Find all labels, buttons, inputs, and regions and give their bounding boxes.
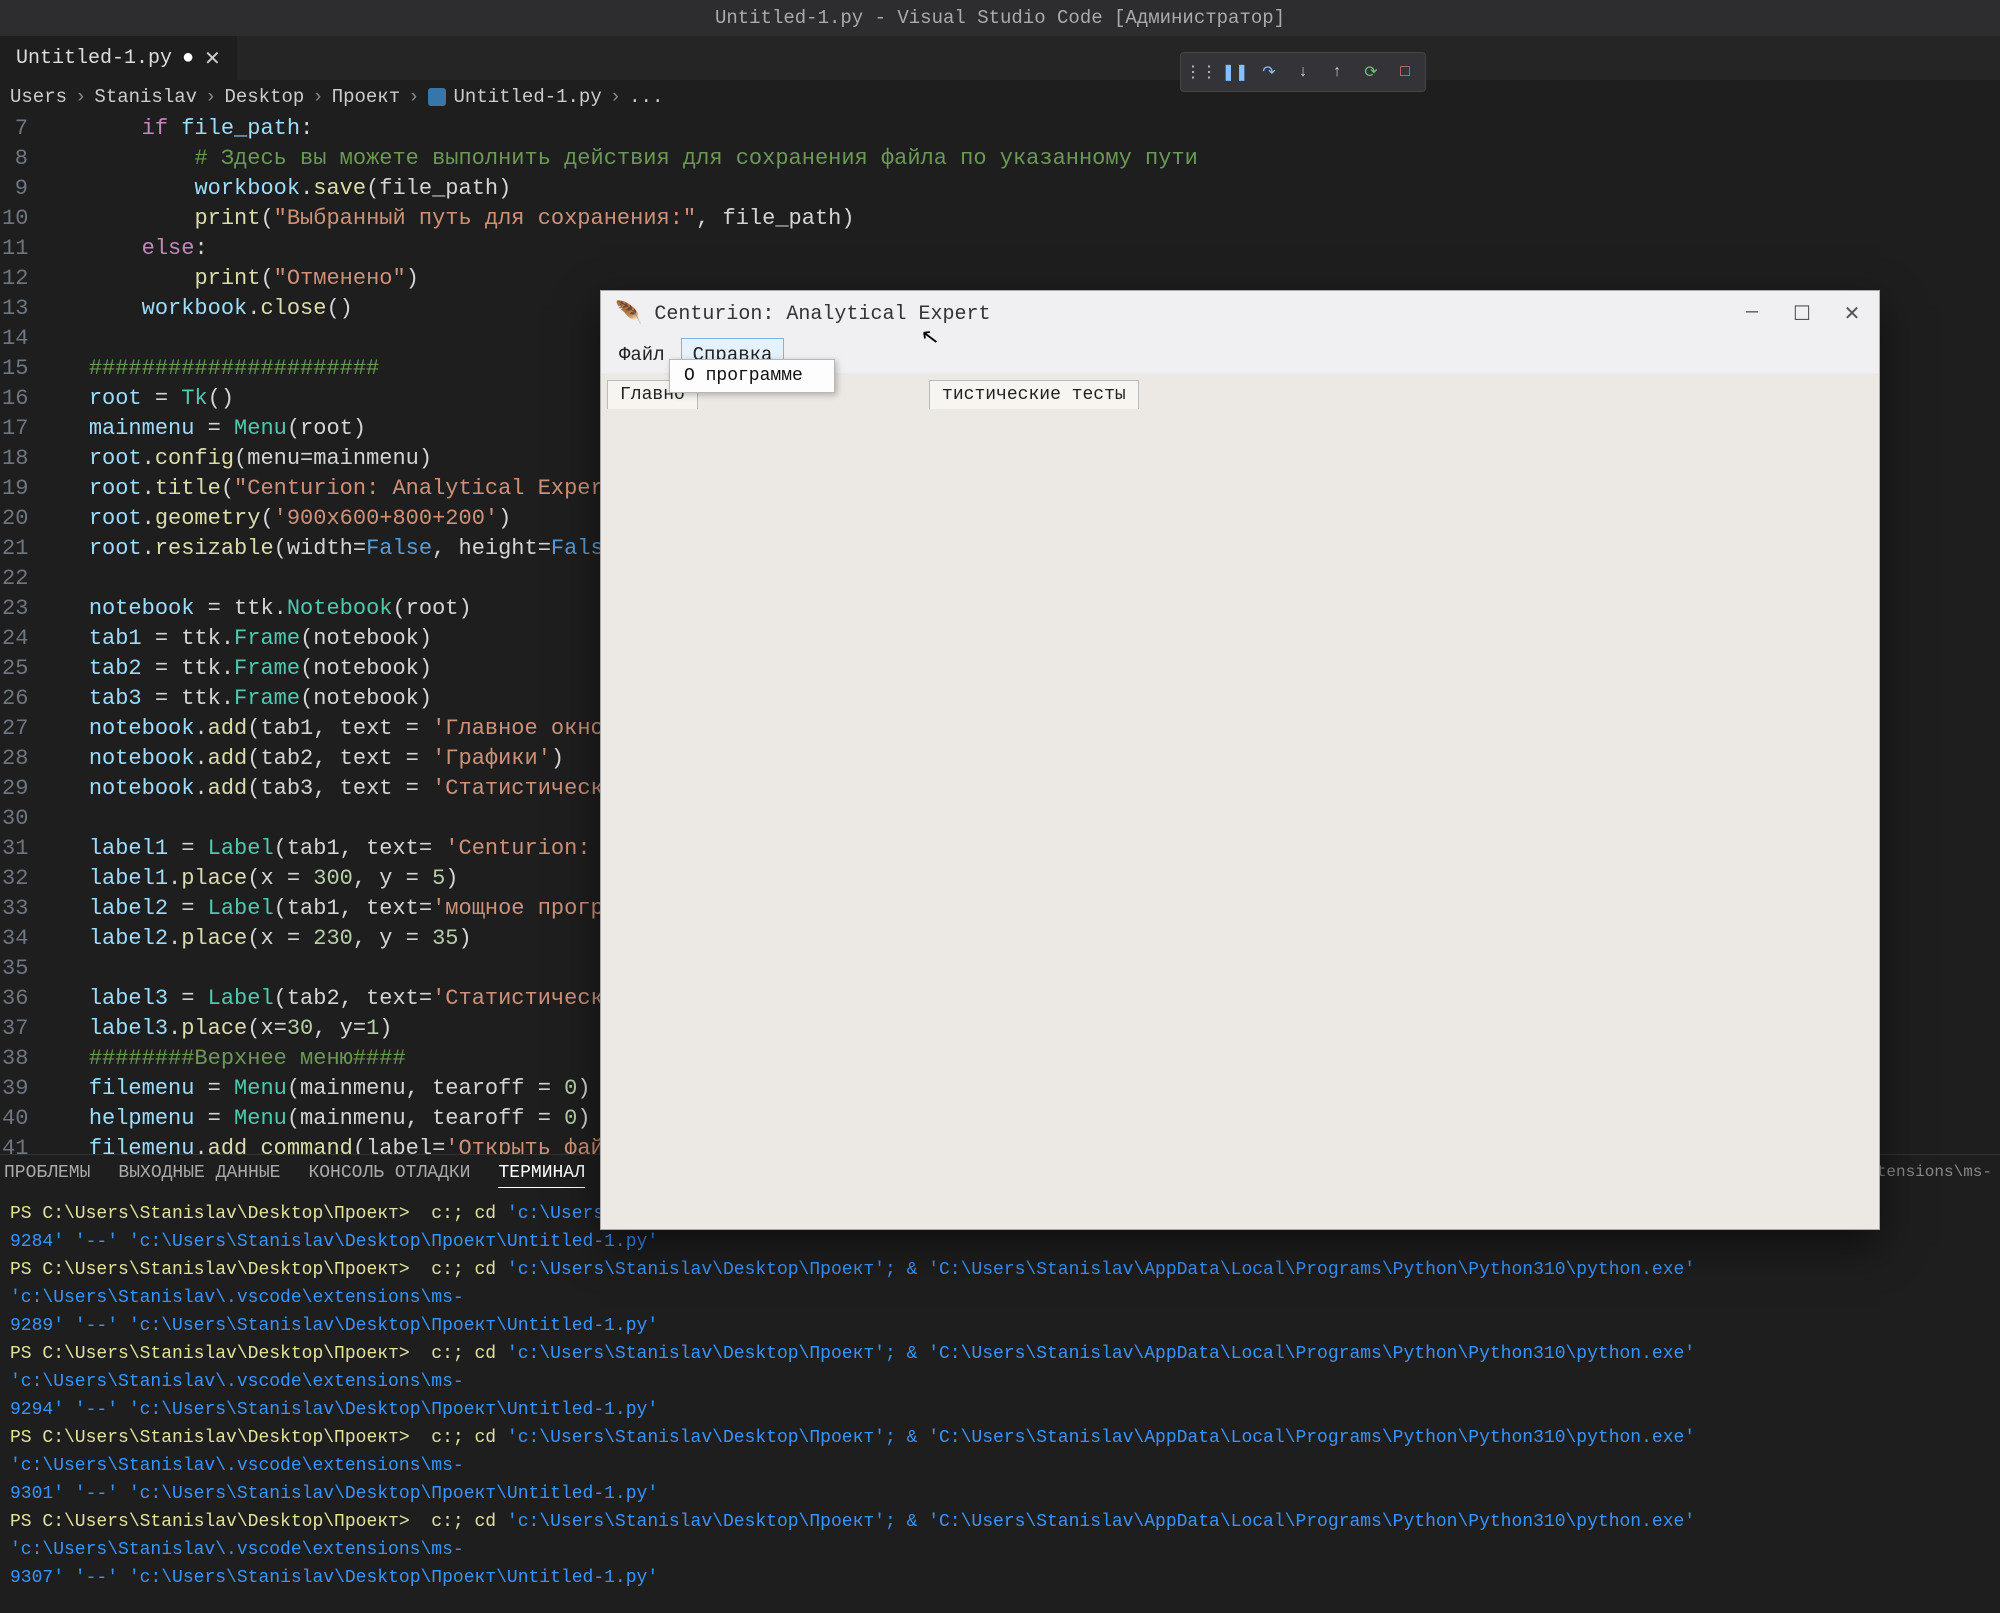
tk-body	[601, 409, 1879, 1229]
chevron-icon: ›	[312, 86, 323, 108]
restart-icon[interactable]: ⟳	[1361, 62, 1381, 82]
dirty-dot-icon: ●	[182, 47, 194, 70]
crumb-project[interactable]: Проект	[332, 86, 400, 108]
crumb-user[interactable]: Stanislav	[94, 86, 197, 108]
mouse-cursor-icon: ↖	[919, 324, 941, 352]
tk-app-window[interactable]: 🪶 Centurion: Analytical Expert — ☐ ✕ Фай…	[600, 290, 1880, 1230]
chevron-icon: ›	[205, 86, 216, 108]
python-file-icon	[428, 88, 446, 106]
chevron-icon: ›	[75, 86, 86, 108]
chevron-icon: ›	[408, 86, 419, 108]
chevron-icon: ›	[610, 86, 621, 108]
step-over-icon[interactable]: ↷	[1259, 62, 1279, 82]
close-icon[interactable]: ✕	[1839, 301, 1865, 327]
stop-icon[interactable]: □	[1395, 62, 1415, 82]
panel-overflow-text: xtensions\ms-	[1867, 1163, 1992, 1188]
crumb-file[interactable]: Untitled-1.py	[454, 86, 602, 108]
step-into-icon[interactable]: ↓	[1293, 62, 1313, 82]
tab-debug-console[interactable]: КОНСОЛЬ ОТЛАДКИ	[308, 1163, 470, 1188]
editor-tab-untitled[interactable]: Untitled-1.py ● ✕	[0, 36, 237, 80]
minimize-icon[interactable]: —	[1739, 301, 1765, 327]
close-icon[interactable]: ✕	[204, 46, 221, 72]
tab-label: Untitled-1.py	[16, 47, 172, 70]
tk-tab-stat[interactable]: тистические тесты	[929, 380, 1139, 409]
tab-problems[interactable]: ПРОБЛЕМЫ	[4, 1163, 90, 1188]
tk-title: Centurion: Analytical Expert	[654, 303, 990, 326]
crumb-users[interactable]: Users	[10, 86, 67, 108]
help-dropdown: О программе	[669, 359, 835, 393]
debug-toolbar[interactable]: ⋮⋮ ❚❚ ↷ ↓ ↑ ⟳ □	[1180, 52, 1426, 92]
menu-file[interactable]: Файл	[607, 338, 677, 372]
crumb-more[interactable]: ...	[629, 86, 663, 108]
tab-terminal[interactable]: ТЕРМИНАЛ	[498, 1163, 584, 1188]
step-out-icon[interactable]: ↑	[1327, 62, 1347, 82]
breadcrumb[interactable]: Users › Stanislav › Desktop › Проект › Untit…	[0, 80, 2000, 114]
window-titlebar: Untitled-1.py - Visual Studio Code [Адми…	[0, 0, 2000, 36]
about-item[interactable]: О программе	[670, 360, 834, 392]
tk-feather-icon: 🪶	[615, 301, 642, 327]
tab-output[interactable]: ВЫХОДНЫЕ ДАННЫЕ	[118, 1163, 280, 1188]
drag-handle-icon[interactable]: ⋮⋮	[1191, 62, 1211, 82]
pause-icon[interactable]: ❚❚	[1225, 62, 1245, 82]
editor-tabs: Untitled-1.py ● ✕	[0, 36, 2000, 80]
terminal[interactable]: PS C:\Users\Stanislav\Desktop\Проект> c:…	[0, 1196, 2000, 1612]
tk-titlebar[interactable]: 🪶 Centurion: Analytical Expert — ☐ ✕	[601, 291, 1879, 337]
maximize-icon[interactable]: ☐	[1789, 301, 1815, 327]
crumb-desktop[interactable]: Desktop	[224, 86, 304, 108]
window-title: Untitled-1.py - Visual Studio Code [Адми…	[715, 7, 1285, 29]
